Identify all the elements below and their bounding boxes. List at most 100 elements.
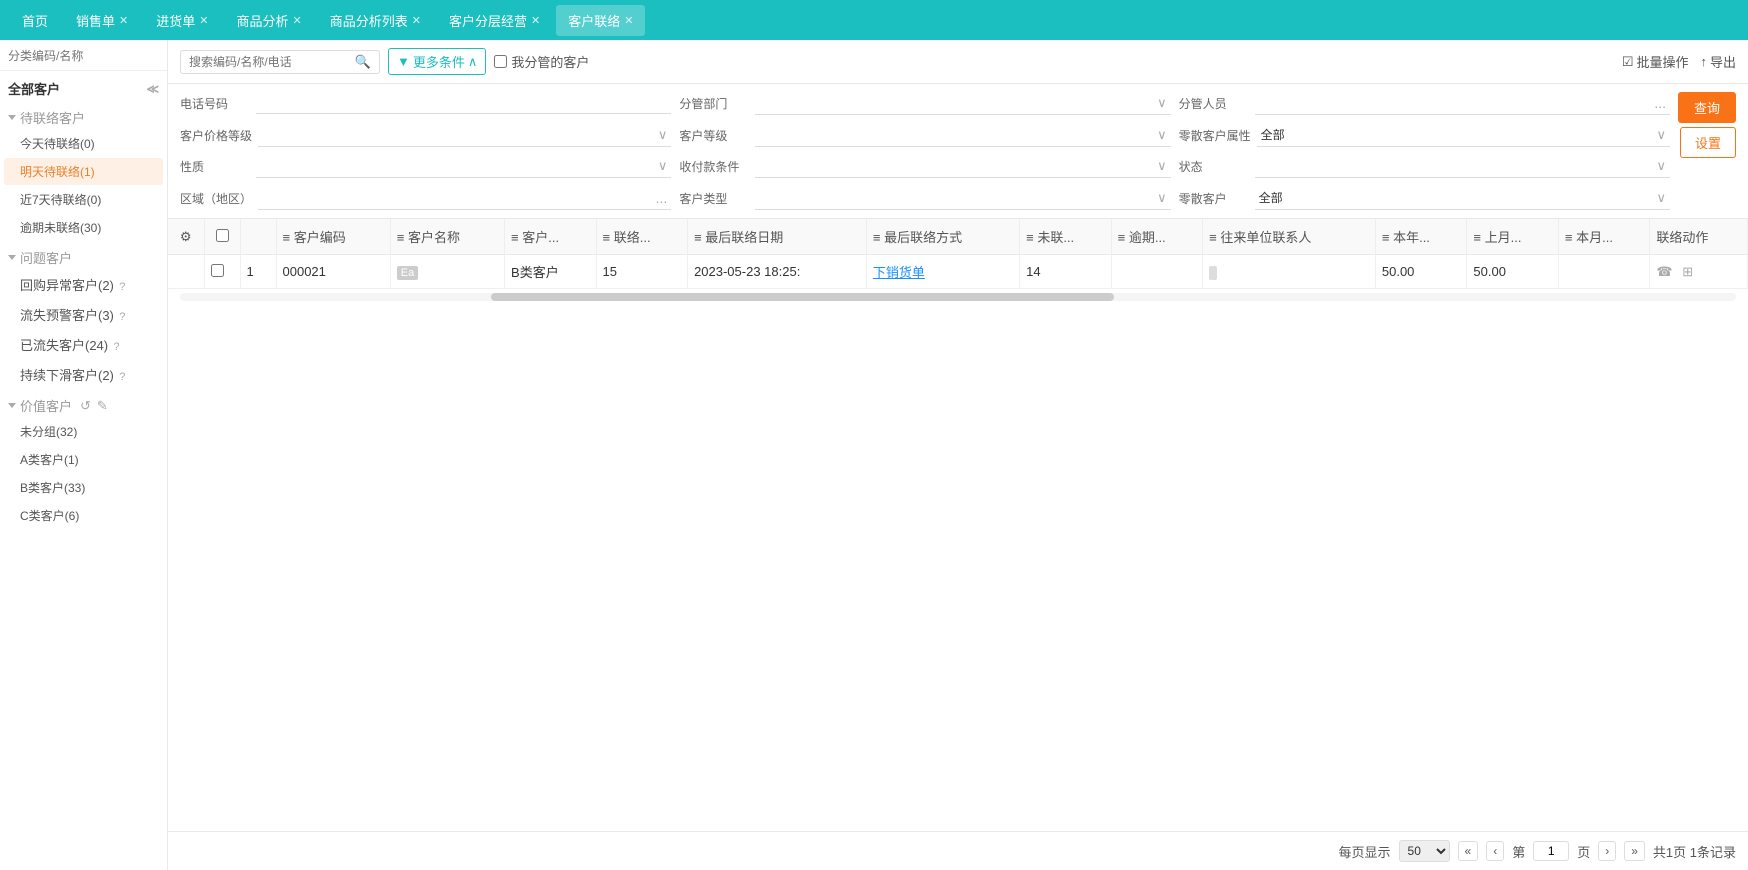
- customer-level-label: 客户等级: [679, 127, 749, 144]
- next-page-btn[interactable]: ›: [1598, 841, 1616, 861]
- close-customer-contact-tab[interactable]: ✕: [624, 14, 633, 27]
- retail-attr-select[interactable]: 全部 ∨: [1257, 123, 1670, 147]
- customer-type-select[interactable]: ∨: [755, 187, 1170, 210]
- nav-customer-contact[interactable]: 客户联络 ✕: [556, 5, 645, 36]
- right-actions: ☑ 批量操作 ↑ 导出: [1622, 52, 1736, 71]
- dept-select[interactable]: ∨: [755, 92, 1170, 115]
- col-customer-code[interactable]: ≡ 客户编码: [276, 219, 390, 255]
- data-table-area: ⚙ ≡ 客户编码 ≡ 客户名称 ≡ 客户...: [168, 219, 1748, 831]
- sidebar-item-abnormal-repurchase[interactable]: 回购异常客户(2) ?: [4, 270, 163, 299]
- per-page-label: 每页显示: [1339, 842, 1391, 861]
- status-select[interactable]: ∨: [1255, 155, 1670, 178]
- close-sales-tab[interactable]: ✕: [119, 14, 128, 27]
- col-customer-type[interactable]: ≡ 客户...: [505, 219, 597, 255]
- more-conditions-btn[interactable]: ▼ 更多条件 ∧: [388, 48, 486, 75]
- collapse-icon: ≪: [146, 82, 159, 96]
- price-level-chevron: ∨: [658, 127, 668, 143]
- action-grid-icon[interactable]: ⊞: [1682, 264, 1693, 279]
- phone-input[interactable]: [256, 93, 671, 114]
- page-input[interactable]: [1533, 841, 1569, 861]
- chevron-up-icon: ∧: [468, 54, 478, 70]
- row-type: B类客户: [505, 255, 597, 289]
- sidebar-item-a-class[interactable]: A类客户(1): [4, 446, 163, 473]
- retail-attr-chevron: ∨: [1656, 127, 1666, 143]
- first-page-btn[interactable]: «: [1458, 841, 1479, 861]
- region-dots[interactable]: ...: [656, 190, 668, 206]
- col-overdue[interactable]: ≡ 逾期...: [1111, 219, 1203, 255]
- status-chevron: ∨: [1656, 158, 1666, 174]
- row-checkbox[interactable]: [204, 255, 240, 289]
- retail-customer-select[interactable]: 全部 ∨: [1255, 186, 1670, 210]
- my-customers-checkbox[interactable]: [494, 55, 507, 68]
- row-action-icons: ☎ ⊞: [1650, 255, 1748, 289]
- h-scrollbar-track[interactable]: [180, 293, 1736, 301]
- col-last-contact-date[interactable]: ≡ 最后联络日期: [688, 219, 867, 255]
- prev-page-btn[interactable]: ‹: [1486, 841, 1504, 861]
- nav-product-analysis-list[interactable]: 商品分析列表 ✕: [318, 5, 433, 36]
- sidebar-all-customers[interactable]: 全部客户 ≪: [0, 71, 167, 102]
- set-button[interactable]: 设置: [1680, 127, 1736, 158]
- value-refresh-icon[interactable]: ↺: [80, 398, 91, 414]
- nav-sales[interactable]: 销售单 ✕: [64, 5, 140, 36]
- sidebar-item-c-class[interactable]: C类客户(6): [4, 502, 163, 529]
- pagination-bar: 每页显示 50 100 200 « ‹ 第 页 › » 共1页 1条记录: [168, 831, 1748, 870]
- nav-home[interactable]: 首页: [10, 5, 60, 36]
- nav-customer-tier[interactable]: 客户分层经营 ✕: [437, 5, 552, 36]
- col-unit-contact[interactable]: ≡ 往来单位联系人: [1203, 219, 1376, 255]
- action-phone-icon[interactable]: ☎: [1656, 264, 1672, 279]
- query-button[interactable]: 查询: [1678, 92, 1736, 123]
- col-customer-name[interactable]: ≡ 客户名称: [390, 219, 504, 255]
- sidebar-item-b-class[interactable]: B类客户(33): [4, 474, 163, 501]
- sidebar-item-today-pending[interactable]: 今天待联络(0): [4, 130, 163, 157]
- col-not-contact[interactable]: ≡ 未联...: [1020, 219, 1112, 255]
- select-all-checkbox[interactable]: [216, 229, 229, 242]
- close-product-list-tab[interactable]: ✕: [412, 14, 421, 27]
- close-purchase-tab[interactable]: ✕: [199, 14, 208, 27]
- total-records: 共1页 1条记录: [1653, 842, 1736, 861]
- nav-product-analysis[interactable]: 商品分析 ✕: [224, 5, 313, 36]
- close-product-analysis-tab[interactable]: ✕: [293, 14, 302, 27]
- export-btn[interactable]: ↑ 导出: [1700, 52, 1736, 71]
- col-checkbox[interactable]: [204, 219, 240, 255]
- manager-dots[interactable]: ...: [1654, 95, 1666, 111]
- row-select-checkbox[interactable]: [211, 264, 224, 277]
- help-icon-1: ?: [119, 311, 125, 323]
- col-last-month[interactable]: ≡ 上月...: [1467, 219, 1559, 255]
- col-last-contact-way[interactable]: ≡ 最后联络方式: [866, 219, 1019, 255]
- sidebar-item-overdue-pending[interactable]: 逾期未联络(30): [4, 214, 163, 241]
- sidebar-item-ungrouped[interactable]: 未分组(32): [4, 418, 163, 445]
- payment-select[interactable]: ∨: [755, 155, 1170, 178]
- per-page-select[interactable]: 50 100 200: [1399, 840, 1450, 862]
- sidebar-item-7days-pending[interactable]: 近7天待联络(0): [4, 186, 163, 213]
- last-page-btn[interactable]: »: [1624, 841, 1645, 861]
- filter-row-4: 区域（地区） ... 客户类型 ∨: [180, 186, 1670, 210]
- sidebar-search-input[interactable]: [8, 49, 163, 63]
- row-gear: [168, 255, 204, 289]
- col-contact-count[interactable]: ≡ 联络...: [596, 219, 688, 255]
- price-level-label: 客户价格等级: [180, 127, 252, 144]
- last-contact-way-link[interactable]: 下销货单: [873, 265, 925, 280]
- close-customer-tier-tab[interactable]: ✕: [531, 14, 540, 27]
- batch-operate-btn[interactable]: ☑ 批量操作: [1622, 52, 1689, 71]
- sidebar-item-declining[interactable]: 持续下滑客户(2) ?: [4, 360, 163, 389]
- col-gear[interactable]: ⚙: [168, 219, 204, 255]
- row-last-contact-way[interactable]: 下销货单: [866, 255, 1019, 289]
- my-customers-checkbox-label[interactable]: 我分管的客户: [494, 52, 589, 71]
- col-this-year[interactable]: ≡ 本年...: [1375, 219, 1467, 255]
- row-unit-contact: [1203, 255, 1376, 289]
- sidebar-item-tomorrow-pending[interactable]: 明天待联络(1): [4, 158, 163, 185]
- payment-chevron: ∨: [1157, 158, 1167, 174]
- main-search-input[interactable]: [189, 55, 351, 69]
- sidebar-item-churn-warning[interactable]: 流失预警客户(3) ?: [4, 300, 163, 329]
- help-icon-0: ?: [119, 281, 125, 293]
- nav-purchase[interactable]: 进货单 ✕: [144, 5, 220, 36]
- sidebar-item-churned[interactable]: 已流失客户(24) ?: [4, 330, 163, 359]
- main-search-icon[interactable]: 🔍: [355, 54, 371, 70]
- nature-select[interactable]: ∨: [256, 155, 671, 178]
- filter-cell-customer-level: 客户等级 ∨: [679, 124, 1170, 147]
- gear-icon[interactable]: ⚙: [180, 229, 192, 244]
- col-this-month[interactable]: ≡ 本月...: [1558, 219, 1650, 255]
- value-edit-icon[interactable]: ✎: [97, 398, 108, 414]
- customer-level-select[interactable]: ∨: [755, 124, 1170, 147]
- price-level-select[interactable]: ∨: [258, 124, 671, 147]
